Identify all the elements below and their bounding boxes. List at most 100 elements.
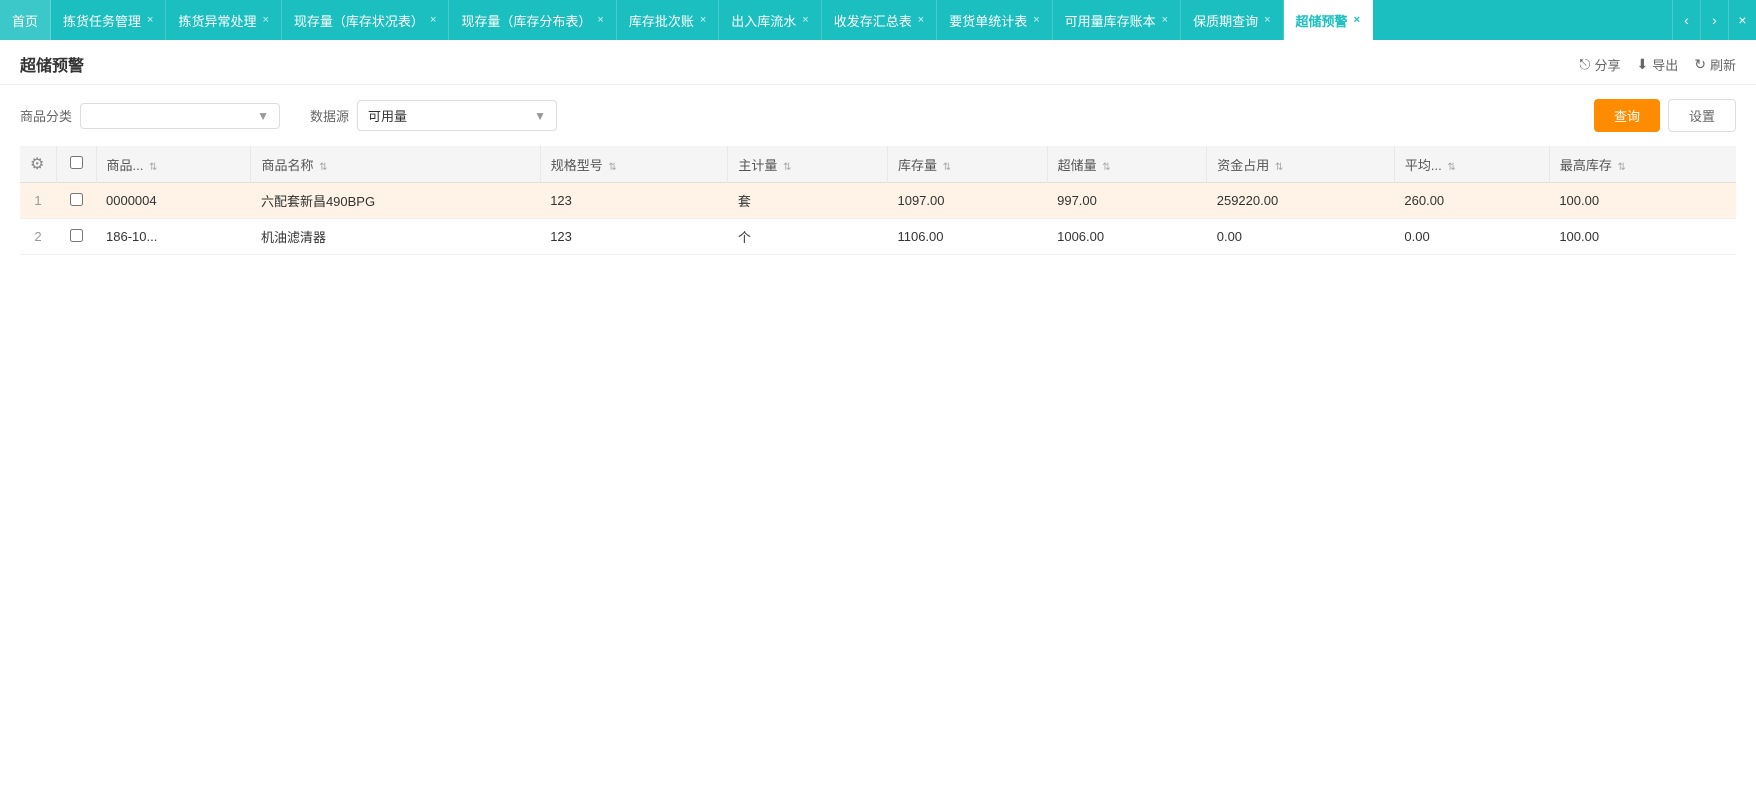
tab-req-stat-close[interactable]: × bbox=[1033, 14, 1039, 26]
tab-overstock[interactable]: 超储预警 × bbox=[1284, 0, 1373, 40]
tab-batch-close[interactable]: × bbox=[700, 14, 706, 26]
tab-summary-close[interactable]: × bbox=[918, 14, 924, 26]
tab-available-label: 可用量库存账本 bbox=[1065, 11, 1156, 30]
row-checkbox-0[interactable] bbox=[70, 193, 83, 206]
export-button[interactable]: ⬇ 导出 bbox=[1637, 55, 1679, 74]
th-over-sort-icon[interactable]: ⇅ bbox=[1102, 162, 1110, 173]
export-icon: ⬇ bbox=[1637, 56, 1649, 73]
row-capital-0: 259220.00 bbox=[1207, 183, 1395, 219]
tab-inout-close[interactable]: × bbox=[802, 14, 808, 26]
th-spec-label: 规格型号 bbox=[551, 158, 603, 173]
settings-button[interactable]: 设置 bbox=[1668, 99, 1736, 132]
th-max-label: 最高库存 bbox=[1560, 158, 1612, 173]
settings-gear-icon[interactable]: ⚙ bbox=[30, 156, 44, 173]
select-all-checkbox[interactable] bbox=[70, 156, 83, 169]
tab-home-label: 首页 bbox=[12, 11, 38, 30]
row-name-1: 机油滤清器 bbox=[251, 219, 540, 255]
th-name-label: 商品名称 bbox=[261, 158, 313, 173]
tab-available[interactable]: 可用量库存账本 × bbox=[1053, 0, 1181, 40]
refresh-icon: ↻ bbox=[1694, 56, 1706, 73]
th-avg-sort-icon[interactable]: ⇅ bbox=[1447, 162, 1455, 173]
tab-stock-status[interactable]: 现存量（库存状况表） × bbox=[282, 0, 449, 40]
tab-req-stat[interactable]: 要货单统计表 × bbox=[937, 0, 1052, 40]
nav-close-arrow[interactable]: × bbox=[1728, 0, 1756, 40]
th-name-sort-icon[interactable]: ⇅ bbox=[319, 162, 327, 173]
share-icon: ⎋ bbox=[1579, 56, 1590, 73]
row-code-0: 0000004 bbox=[96, 183, 251, 219]
th-spec-sort-icon[interactable]: ⇅ bbox=[608, 162, 616, 173]
nav-right-arrow[interactable]: › bbox=[1700, 0, 1728, 40]
th-capital-sort-icon[interactable]: ⇅ bbox=[1275, 162, 1283, 173]
datasource-value: 可用量 bbox=[368, 106, 407, 125]
share-button[interactable]: ⎋ 分享 bbox=[1579, 55, 1620, 74]
tab-pick-abnormal-label: 拣货异常处理 bbox=[178, 11, 256, 30]
tab-batch[interactable]: 库存批次账 × bbox=[617, 0, 719, 40]
tab-pick-task[interactable]: 拣货任务管理 × bbox=[51, 0, 166, 40]
top-nav: 首页 拣货任务管理 × 拣货异常处理 × 现存量（库存状况表） × 现存量（库存… bbox=[0, 0, 1756, 40]
th-max-sort-icon[interactable]: ⇅ bbox=[1617, 162, 1625, 173]
tab-summary-label: 收发存汇总表 bbox=[834, 11, 912, 30]
tab-home[interactable]: 首页 bbox=[0, 0, 51, 40]
th-unit-label: 主计量 bbox=[738, 158, 777, 173]
th-code-sort-icon[interactable]: ⇅ bbox=[149, 162, 157, 173]
data-table: ⚙ 商品... ⇅ 商品名称 ⇅ 规格型号 ⇅ 主计量 bbox=[20, 146, 1736, 255]
tab-inout-label: 出入库流水 bbox=[731, 11, 796, 30]
th-stock-label: 库存量 bbox=[898, 158, 937, 173]
tab-stock-status-close[interactable]: × bbox=[430, 14, 436, 26]
tab-available-close[interactable]: × bbox=[1162, 14, 1168, 26]
row-checkbox-1[interactable] bbox=[70, 229, 83, 242]
row-over-0: 997.00 bbox=[1047, 183, 1207, 219]
nav-left-arrow[interactable]: ‹ bbox=[1672, 0, 1700, 40]
th-capital: 资金占用 ⇅ bbox=[1207, 146, 1395, 183]
th-over-label: 超储量 bbox=[1058, 158, 1097, 173]
th-unit-sort-icon[interactable]: ⇅ bbox=[783, 162, 791, 173]
th-code: 商品... ⇅ bbox=[96, 146, 251, 183]
tab-stock-dist-label: 现存量（库存分布表） bbox=[461, 11, 591, 30]
tab-stock-dist-close[interactable]: × bbox=[597, 14, 603, 26]
filter-actions: 查询 设置 bbox=[1594, 99, 1736, 132]
page-header: 超储预警 ⎋ 分享 ⬇ 导出 ↻ 刷新 bbox=[0, 40, 1756, 85]
tab-pick-abnormal-close[interactable]: × bbox=[262, 14, 268, 26]
row-checkbox-cell-0 bbox=[56, 183, 96, 219]
table-body: 1 0000004 六配套新昌490BPG 123 套 1097.00 997.… bbox=[20, 183, 1736, 255]
row-avg-1: 0.00 bbox=[1394, 219, 1549, 255]
th-checkbox bbox=[56, 146, 96, 183]
row-max-0: 100.00 bbox=[1549, 183, 1736, 219]
share-label: 分享 bbox=[1594, 55, 1620, 74]
row-num-0: 1 bbox=[20, 183, 56, 219]
datasource-select[interactable]: 可用量 ▼ bbox=[357, 100, 557, 131]
tab-inout[interactable]: 出入库流水 × bbox=[719, 0, 821, 40]
tab-quality-label: 保质期查询 bbox=[1193, 11, 1258, 30]
table-container: ⚙ 商品... ⇅ 商品名称 ⇅ 规格型号 ⇅ 主计量 bbox=[0, 146, 1756, 255]
table-header: ⚙ 商品... ⇅ 商品名称 ⇅ 规格型号 ⇅ 主计量 bbox=[20, 146, 1736, 183]
tab-stock-dist[interactable]: 现存量（库存分布表） × bbox=[449, 0, 616, 40]
category-label: 商品分类 bbox=[20, 106, 72, 125]
row-unit-1: 个 bbox=[728, 219, 888, 255]
row-avg-0: 260.00 bbox=[1394, 183, 1549, 219]
category-filter: 商品分类 ▼ bbox=[20, 103, 280, 129]
th-capital-label: 资金占用 bbox=[1217, 158, 1269, 173]
th-settings: ⚙ bbox=[20, 146, 56, 183]
datasource-filter: 数据源 可用量 ▼ bbox=[310, 100, 557, 131]
th-stock-sort-icon[interactable]: ⇅ bbox=[943, 162, 951, 173]
tab-pick-abnormal[interactable]: 拣货异常处理 × bbox=[166, 0, 281, 40]
query-button[interactable]: 查询 bbox=[1594, 99, 1660, 132]
th-unit: 主计量 ⇅ bbox=[728, 146, 888, 183]
tab-quality-close[interactable]: × bbox=[1264, 14, 1270, 26]
tab-quality[interactable]: 保质期查询 × bbox=[1181, 0, 1283, 40]
refresh-button[interactable]: ↻ 刷新 bbox=[1694, 55, 1736, 74]
category-chevron-icon: ▼ bbox=[257, 109, 269, 123]
row-num-1: 2 bbox=[20, 219, 56, 255]
row-spec-1: 123 bbox=[540, 219, 728, 255]
tab-pick-task-label: 拣货任务管理 bbox=[63, 11, 141, 30]
th-spec: 规格型号 ⇅ bbox=[540, 146, 728, 183]
table-row: 2 186-10... 机油滤清器 123 个 1106.00 1006.00 … bbox=[20, 219, 1736, 255]
nav-arrows: ‹ › × bbox=[1672, 0, 1756, 40]
tab-pick-task-close[interactable]: × bbox=[147, 14, 153, 26]
row-over-1: 1006.00 bbox=[1047, 219, 1207, 255]
tab-overstock-close[interactable]: × bbox=[1354, 14, 1360, 26]
tab-summary[interactable]: 收发存汇总表 × bbox=[822, 0, 937, 40]
tab-stock-status-label: 现存量（库存状况表） bbox=[294, 11, 424, 30]
category-select[interactable]: ▼ bbox=[80, 103, 280, 129]
datasource-label: 数据源 bbox=[310, 106, 349, 125]
